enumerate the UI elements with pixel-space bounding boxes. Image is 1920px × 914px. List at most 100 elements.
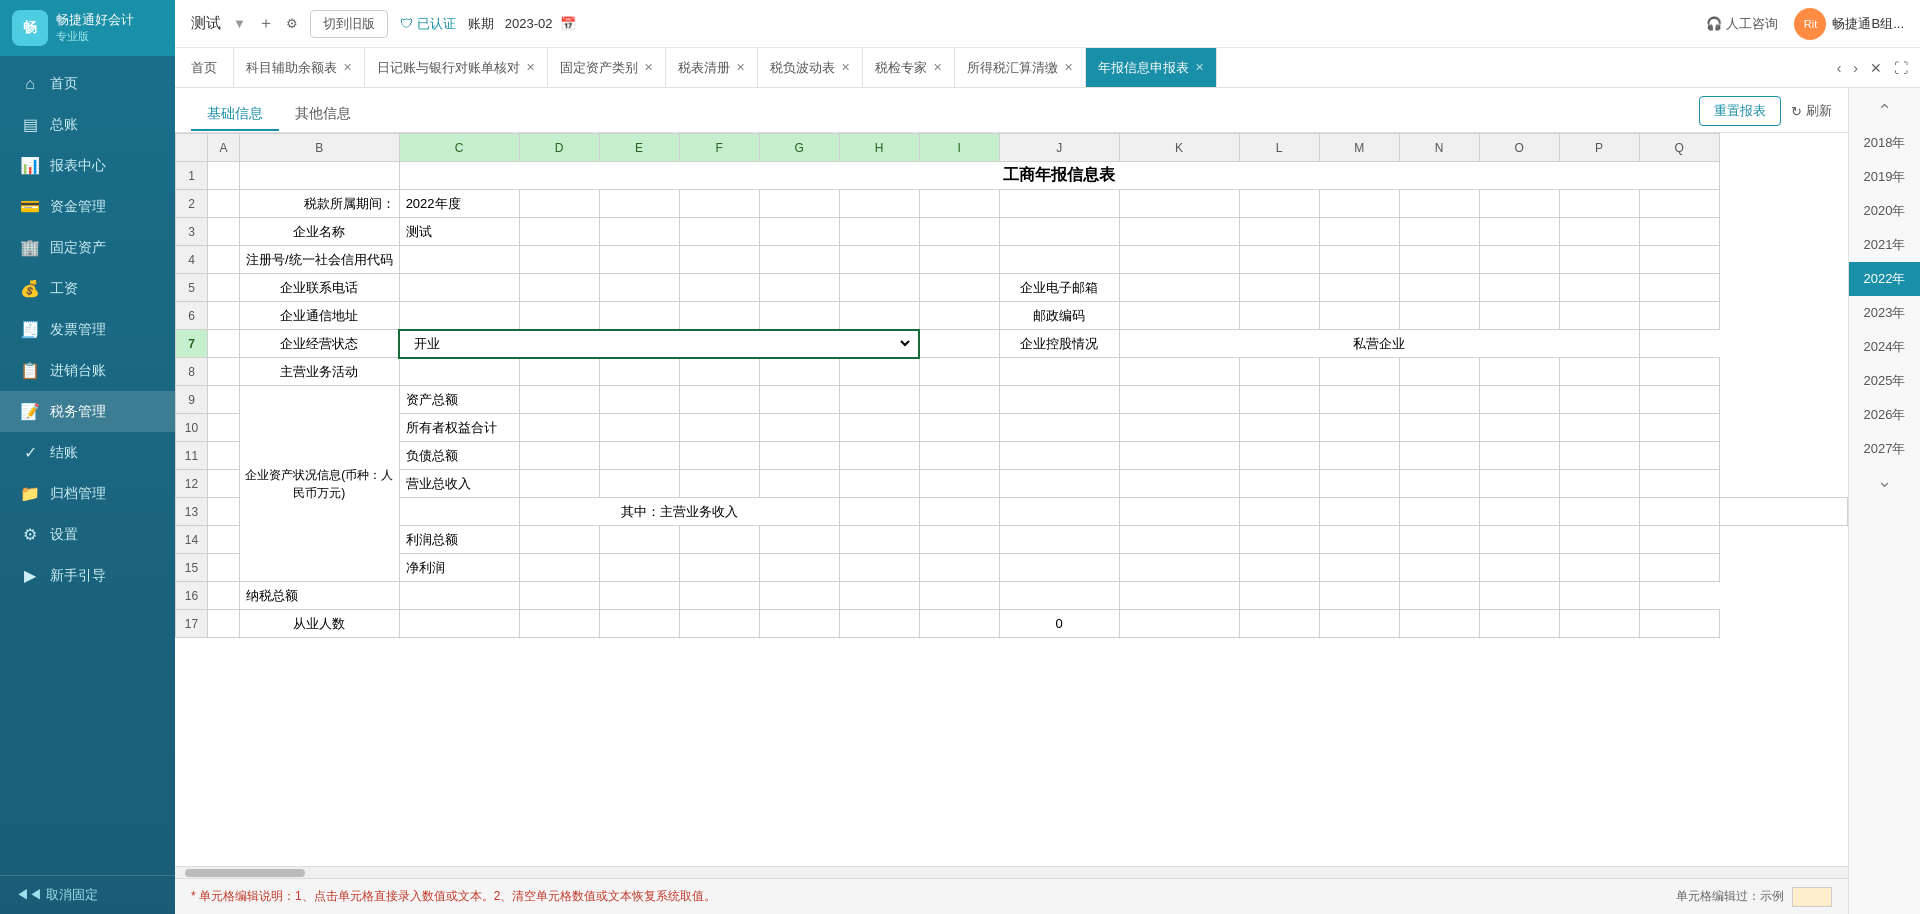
cell-3l[interactable] xyxy=(1239,218,1319,246)
cell-8i[interactable] xyxy=(919,358,999,386)
col-header-b[interactable]: B xyxy=(240,134,400,162)
cell-4p[interactable] xyxy=(1559,246,1639,274)
cell-5o[interactable] xyxy=(1479,274,1559,302)
user-menu[interactable]: Rit 畅捷通B组... xyxy=(1794,8,1904,40)
cell-14o[interactable] xyxy=(1479,526,1559,554)
cell-3p[interactable] xyxy=(1559,218,1639,246)
cell-13m[interactable] xyxy=(1399,498,1479,526)
year-2018[interactable]: 2018年 xyxy=(1849,126,1920,160)
cell-4g[interactable] xyxy=(759,246,839,274)
cell-14e[interactable] xyxy=(599,526,679,554)
cell-6f[interactable] xyxy=(679,302,759,330)
cell-9l[interactable] xyxy=(1239,386,1319,414)
col-header-k[interactable]: K xyxy=(1119,134,1239,162)
cell-14d[interactable] xyxy=(519,526,599,554)
cell-17b[interactable]: 从业人数 xyxy=(240,610,400,638)
cell-4m[interactable] xyxy=(1319,246,1399,274)
tab-tax-check[interactable]: 税检专家 ✕ xyxy=(863,48,955,87)
cell-17j[interactable]: 0 xyxy=(999,610,1119,638)
cell-12k[interactable] xyxy=(1119,470,1239,498)
sidebar-item-archive[interactable]: 📁归档管理 xyxy=(0,473,175,514)
cell-6g[interactable] xyxy=(759,302,839,330)
cell-4d[interactable] xyxy=(519,246,599,274)
cell-13c[interactable] xyxy=(399,498,519,526)
cell-9h[interactable] xyxy=(839,386,919,414)
cell-5m[interactable] xyxy=(1319,274,1399,302)
cell-15o[interactable] xyxy=(1479,554,1559,582)
tab-annual-report-close[interactable]: ✕ xyxy=(1195,61,1204,74)
cell-3k[interactable] xyxy=(1119,218,1239,246)
cell-5c[interactable] xyxy=(399,274,519,302)
cell-2p[interactable] xyxy=(1559,190,1639,218)
cell-17e[interactable] xyxy=(599,610,679,638)
cell-11k[interactable] xyxy=(1119,442,1239,470)
cell-16e[interactable] xyxy=(519,582,599,610)
cell-6h[interactable] xyxy=(839,302,919,330)
tab-aux[interactable]: 科目辅助余额表 ✕ xyxy=(234,48,365,87)
tab-tax-check-close[interactable]: ✕ xyxy=(933,61,942,74)
cell-15m[interactable] xyxy=(1319,554,1399,582)
cell-11a[interactable] xyxy=(208,442,240,470)
cell-8q[interactable] xyxy=(1639,358,1719,386)
cell-11p[interactable] xyxy=(1559,442,1639,470)
cell-16l[interactable] xyxy=(1119,582,1239,610)
sidebar-item-invoice[interactable]: 🧾发票管理 xyxy=(0,309,175,350)
cell-15e[interactable] xyxy=(599,554,679,582)
cell-10q[interactable] xyxy=(1639,414,1719,442)
cell-17n[interactable] xyxy=(1399,610,1479,638)
cell-5h[interactable] xyxy=(839,274,919,302)
cell-1b[interactable] xyxy=(240,162,400,190)
cell-17c[interactable] xyxy=(399,610,519,638)
cell-5p[interactable] xyxy=(1559,274,1639,302)
cell-4l[interactable] xyxy=(1239,246,1319,274)
year-2024[interactable]: 2024年 xyxy=(1849,330,1920,364)
cell-12q[interactable] xyxy=(1639,470,1719,498)
cell-14p[interactable] xyxy=(1559,526,1639,554)
cell-8l[interactable] xyxy=(1239,358,1319,386)
cell-12h[interactable] xyxy=(839,470,919,498)
cell-4a[interactable] xyxy=(208,246,240,274)
sub-tab-other[interactable]: 其他信息 xyxy=(279,99,367,131)
cell-6q[interactable] xyxy=(1639,302,1719,330)
cell-10j[interactable] xyxy=(999,414,1119,442)
cell-13j[interactable] xyxy=(1119,498,1239,526)
sidebar-item-trade[interactable]: 📋进销台账 xyxy=(0,350,175,391)
cell-2o[interactable] xyxy=(1479,190,1559,218)
tab-home[interactable]: 首页 xyxy=(175,48,234,87)
cell-13i[interactable] xyxy=(999,498,1119,526)
cell-4b[interactable]: 注册号/统一社会信用代码 xyxy=(240,246,400,274)
reset-button[interactable]: 重置报表 xyxy=(1699,96,1781,126)
consult-button[interactable]: 🎧 人工咨询 xyxy=(1706,15,1778,33)
cell-10l[interactable] xyxy=(1239,414,1319,442)
cell-15k[interactable] xyxy=(1119,554,1239,582)
cell-4i[interactable] xyxy=(919,246,999,274)
cell-8a[interactable] xyxy=(208,358,240,386)
cell-6n[interactable] xyxy=(1399,302,1479,330)
cell-10k[interactable] xyxy=(1119,414,1239,442)
cell-5q[interactable] xyxy=(1639,274,1719,302)
cell-14f[interactable] xyxy=(679,526,759,554)
cell-13h[interactable] xyxy=(919,498,999,526)
col-header-c[interactable]: C xyxy=(399,134,519,162)
cell-4e[interactable] xyxy=(599,246,679,274)
cell-12f[interactable] xyxy=(679,470,759,498)
cell-17k[interactable] xyxy=(1119,610,1239,638)
cell-14q[interactable] xyxy=(1639,526,1719,554)
cell-5b[interactable]: 企业联系电话 xyxy=(240,274,400,302)
sub-tab-basic[interactable]: 基础信息 xyxy=(191,99,279,131)
cell-5j[interactable]: 企业电子邮箱 xyxy=(999,274,1119,302)
cell-4q[interactable] xyxy=(1639,246,1719,274)
tab-income-tax[interactable]: 所得税汇算清缴 ✕ xyxy=(955,48,1086,87)
cell-14l[interactable] xyxy=(1239,526,1319,554)
cell-8o[interactable] xyxy=(1479,358,1559,386)
cell-3h[interactable] xyxy=(839,218,919,246)
cell-5e[interactable] xyxy=(599,274,679,302)
cell-1a[interactable] xyxy=(208,162,240,190)
cell-8h[interactable] xyxy=(839,358,919,386)
cell-13-sub[interactable]: 其中：主营业务收入 xyxy=(519,498,839,526)
cell-9g[interactable] xyxy=(759,386,839,414)
cell-15h[interactable] xyxy=(839,554,919,582)
cell-13o[interactable] xyxy=(1559,498,1639,526)
cell-9d[interactable] xyxy=(519,386,599,414)
col-header-l[interactable]: L xyxy=(1239,134,1319,162)
